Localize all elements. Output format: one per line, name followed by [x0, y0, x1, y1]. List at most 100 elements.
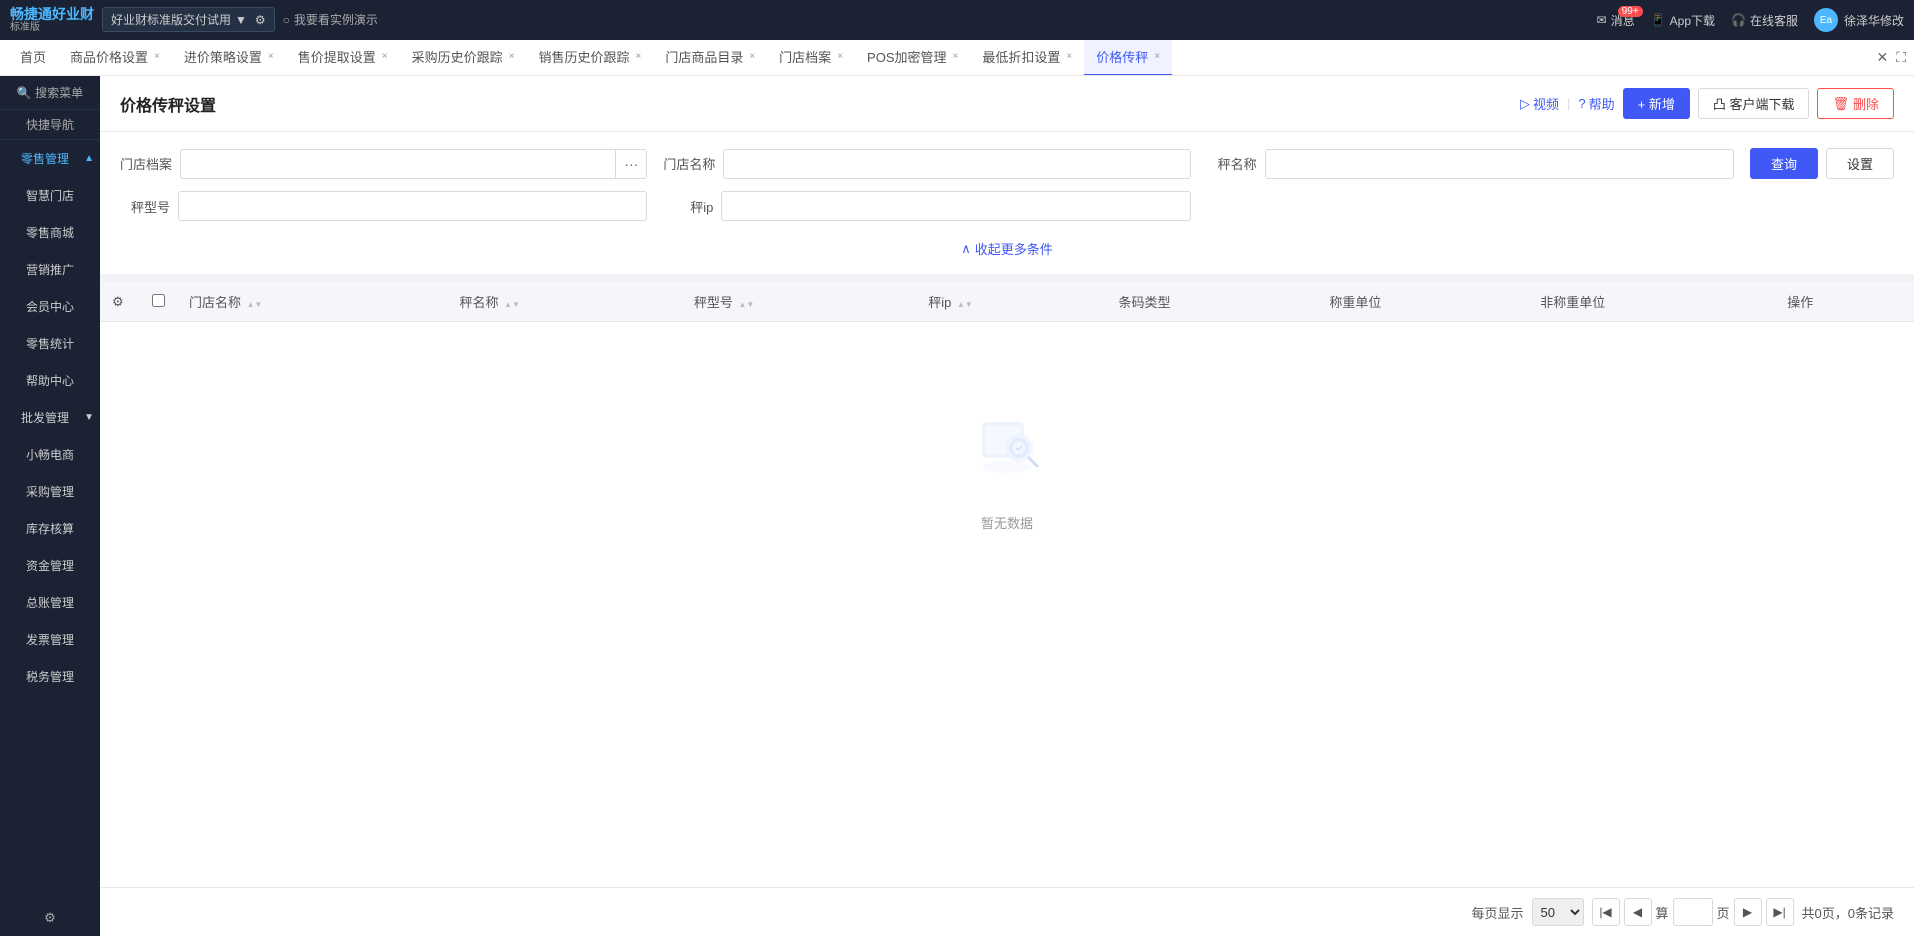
prev-page-button[interactable]: ◀	[1624, 898, 1652, 926]
select-all-checkbox[interactable]	[152, 294, 165, 307]
close-icon[interactable]: ×	[953, 51, 959, 62]
scale-name-input[interactable]	[1265, 149, 1734, 179]
gear-icon: ⚙	[44, 910, 56, 925]
tab-purchase-history[interactable]: 采购历史价跟踪 ×	[400, 40, 527, 76]
client-download-button[interactable]: 凸 客户端下载	[1698, 88, 1810, 119]
store-file-dots-button[interactable]: ···	[616, 149, 647, 179]
close-icon[interactable]: ×	[1154, 51, 1160, 62]
per-page-select[interactable]: 50 10 20 100	[1532, 898, 1584, 926]
sidebar-item-marketing[interactable]: 营销推广	[0, 251, 100, 288]
store-file-input[interactable]	[180, 149, 616, 179]
chevron-up-icon: ▲	[84, 153, 94, 164]
chevron-up-icon: ∧	[961, 241, 971, 257]
sidebar-quick-nav[interactable]: 快捷导航	[0, 110, 100, 140]
message-button[interactable]: ✉ 消息 99+	[1597, 12, 1635, 29]
sidebar-item-invoice[interactable]: 发票管理	[0, 621, 100, 658]
sidebar-item-member[interactable]: 会员中心	[0, 288, 100, 325]
sidebar-item-finance[interactable]: 资金管理	[0, 547, 100, 584]
tab-price-extract[interactable]: 售价提取设置 ×	[286, 40, 400, 76]
store-file-label: 门店档案	[120, 154, 172, 173]
sidebar-item-retail-mall[interactable]: 零售商城	[0, 214, 100, 251]
scale-ip-label: 秤ip	[663, 197, 713, 216]
nav-tabs: 首页 商品价格设置 × 进价策略设置 × 售价提取设置 × 采购历史价跟踪 × …	[0, 40, 1914, 76]
tab-home[interactable]: 首页	[8, 40, 58, 76]
page-total: 共0页，0条记录	[1802, 903, 1894, 922]
page-header-actions: ▷ 视频 | ? 帮助 + 新增 凸 客户端下载 🗑 删除	[1520, 88, 1894, 119]
scale-name-label: 秤名称	[1207, 154, 1257, 173]
first-page-button[interactable]: |◀	[1592, 898, 1620, 926]
column-settings-icon[interactable]: ⚙	[112, 294, 124, 309]
collapse-bar[interactable]: ∧ 收起更多条件	[120, 233, 1894, 264]
filter-area: 门店档案 ··· 门店名称 秤名称 查询 设置	[100, 132, 1914, 274]
sidebar-item-smart-store[interactable]: 智慧门店	[0, 177, 100, 214]
page-number-input[interactable]: 1	[1673, 898, 1713, 926]
user-menu[interactable]: Ea 徐泽华修改	[1814, 8, 1904, 32]
th-gear[interactable]: ⚙	[100, 282, 140, 322]
tab-min-discount[interactable]: 最低折扣设置 ×	[970, 40, 1084, 76]
sidebar-item-tax[interactable]: 税务管理	[0, 658, 100, 695]
scale-ip-filter: 秤ip	[663, 191, 1190, 221]
sidebar-search[interactable]: 🔍 搜索菜单	[0, 76, 100, 110]
th-check[interactable]	[140, 282, 177, 322]
sort-icon[interactable]: ▲▼	[738, 300, 754, 309]
app-logo: 畅捷通好业财 标准版	[10, 6, 94, 35]
last-page-button[interactable]: ▶|	[1766, 898, 1794, 926]
avatar: Ea	[1814, 8, 1838, 32]
version-selector[interactable]: 好业财标准版交付试用 ▼ ⚙	[102, 7, 275, 32]
close-icon[interactable]: ×	[382, 51, 388, 62]
sidebar-item-retail-stats[interactable]: 零售统计	[0, 325, 100, 362]
top-bar-right: ✉ 消息 99+ 📱 App下载 🎧 在线客服 Ea 徐泽华修改	[1597, 8, 1904, 32]
tab-store-catalog[interactable]: 门店商品目录 ×	[653, 40, 767, 76]
close-icon[interactable]: ×	[509, 51, 515, 62]
store-name-label: 门店名称	[663, 154, 715, 173]
video-link[interactable]: ▷ 视频	[1520, 94, 1559, 113]
delete-button[interactable]: 🗑 删除	[1817, 88, 1894, 119]
add-button[interactable]: + 新增	[1623, 88, 1690, 119]
settings-icon[interactable]: ⚙	[255, 13, 266, 27]
search-icon: 🔍	[17, 86, 32, 100]
tab-sales-history[interactable]: 销售历史价跟踪 ×	[526, 40, 653, 76]
scale-ip-input[interactable]	[721, 191, 1190, 221]
sort-icon[interactable]: ▲▼	[957, 300, 973, 309]
sidebar-gear[interactable]: ⚙	[0, 900, 100, 936]
close-tab-icon[interactable]: ✕	[1876, 49, 1888, 66]
next-page-button[interactable]: ▶	[1734, 898, 1762, 926]
app-download-button[interactable]: 📱 App下载	[1651, 12, 1715, 29]
help-link[interactable]: ? 帮助	[1578, 94, 1614, 113]
set-button[interactable]: 设置	[1826, 148, 1894, 179]
user-name: 徐泽华修改	[1844, 12, 1904, 29]
tab-store-file[interactable]: 门店档案 ×	[767, 40, 855, 76]
sidebar-item-purchase[interactable]: 采购管理	[0, 473, 100, 510]
close-icon[interactable]: ×	[635, 51, 641, 62]
tab-pos-management[interactable]: POS加密管理 ×	[855, 40, 970, 76]
expand-tab-icon[interactable]: ⛶	[1896, 49, 1906, 66]
th-operations: 操作	[1775, 282, 1914, 322]
sidebar-item-ledger[interactable]: 总账管理	[0, 584, 100, 621]
th-scale-model: 秤型号 ▲▼	[682, 282, 916, 322]
tab-purchase-strategy[interactable]: 进价策略设置 ×	[172, 40, 286, 76]
close-icon[interactable]: ×	[749, 51, 755, 62]
sidebar-item-retail-management[interactable]: 零售管理 ▲	[0, 140, 100, 177]
sidebar: 🔍 搜索菜单 快捷导航 零售管理 ▲ 智慧门店 零售商城 营销推广 会员中心 零…	[0, 76, 100, 936]
store-name-filter: 门店名称	[663, 149, 1190, 179]
store-name-input[interactable]	[723, 149, 1190, 179]
close-icon[interactable]: ×	[268, 51, 274, 62]
store-file-filter: 门店档案 ···	[120, 149, 647, 179]
online-service-button[interactable]: 🎧 在线客服	[1731, 12, 1798, 29]
close-icon[interactable]: ×	[154, 51, 160, 62]
tab-price-scale[interactable]: 价格传秤 ×	[1084, 40, 1172, 76]
page-label: 算	[1656, 903, 1669, 922]
query-button[interactable]: 查询	[1750, 148, 1818, 179]
close-icon[interactable]: ×	[1066, 51, 1072, 62]
demo-button[interactable]: ○ 我要看实例演示	[283, 11, 378, 28]
tab-product-price[interactable]: 商品价格设置 ×	[58, 40, 172, 76]
sidebar-item-help[interactable]: 帮助中心	[0, 362, 100, 399]
sort-icon[interactable]: ▲▼	[247, 300, 263, 309]
sidebar-item-wholesale[interactable]: 批发管理 ▼	[0, 399, 100, 436]
sidebar-item-inventory[interactable]: 库存核算	[0, 510, 100, 547]
headset-icon: 🎧	[1731, 13, 1746, 27]
sort-icon[interactable]: ▲▼	[504, 300, 520, 309]
scale-model-input[interactable]	[178, 191, 647, 221]
close-icon[interactable]: ×	[837, 51, 843, 62]
sidebar-item-ecommerce[interactable]: 小畅电商	[0, 436, 100, 473]
